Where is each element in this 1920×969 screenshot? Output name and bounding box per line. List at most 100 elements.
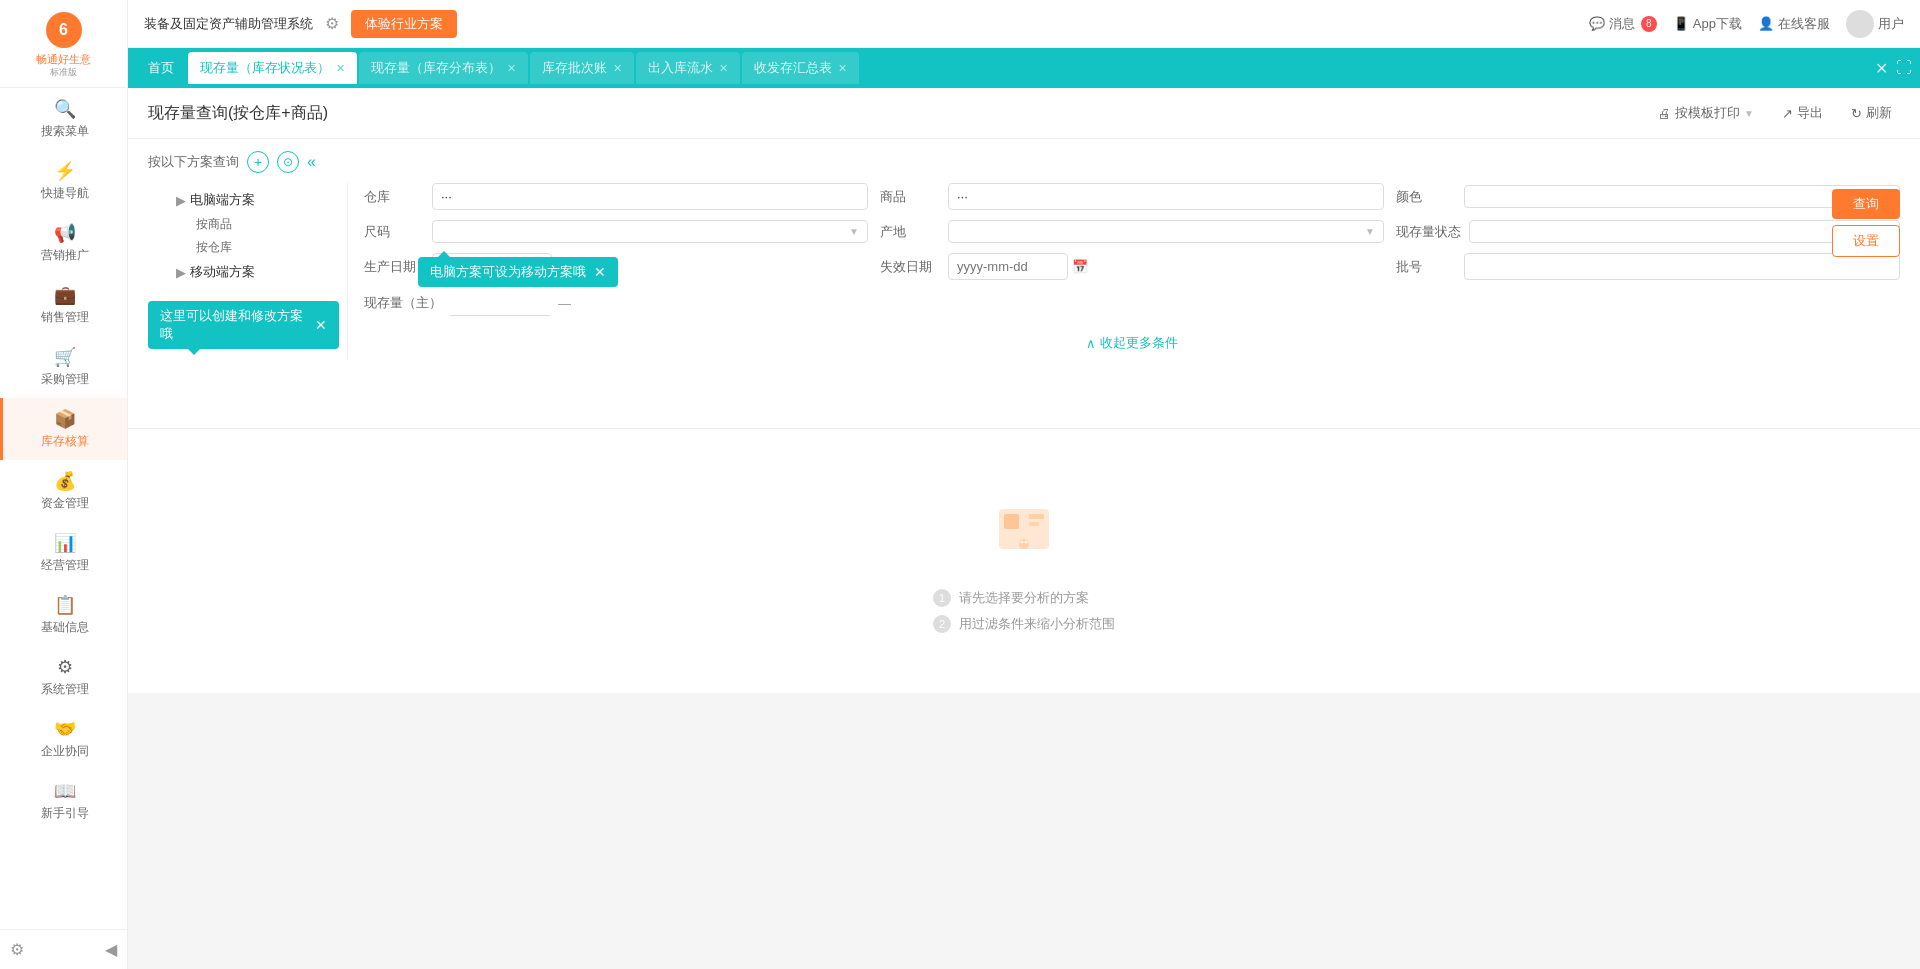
refresh-button[interactable]: ↻ 刷新 <box>1843 100 1900 126</box>
size-select[interactable]: ▼ <box>432 220 868 243</box>
export-label: 导出 <box>1797 104 1823 122</box>
topbar-settings-icon[interactable]: ⚙ <box>325 14 339 33</box>
app-download-item[interactable]: 📱 App下载 <box>1673 15 1742 33</box>
sidebar-item-sales[interactable]: 💼 销售管理 <box>0 274 127 336</box>
collapse-sidebar-icon[interactable]: ◀ <box>105 940 117 959</box>
expiry-date-input[interactable] <box>948 253 1068 280</box>
expiry-date-field: 失效日期 📅 <box>880 253 1384 280</box>
range-dash: — <box>558 296 571 311</box>
tooltip2-close-icon[interactable]: ✕ <box>315 317 327 333</box>
phone-icon: 📱 <box>1673 16 1689 31</box>
origin-label: 产地 <box>880 223 940 241</box>
tab-close-icon[interactable]: ✕ <box>336 62 345 75</box>
settings-bottom-icon[interactable]: ⚙ <box>10 940 24 959</box>
online-service-label: 在线客服 <box>1778 15 1830 33</box>
tooltip-close-icon[interactable]: ✕ <box>594 264 606 280</box>
tab-home[interactable]: 首页 <box>136 53 186 83</box>
sidebar-item-inventory[interactable]: 📦 库存核算 <box>0 398 127 460</box>
batch-no-input[interactable] <box>1464 253 1900 280</box>
pc-scheme-item[interactable]: ▶ 电脑端方案 <box>168 187 339 213</box>
stock-main-field: 现存量（主） — <box>364 290 872 316</box>
print-button[interactable]: 🖨 按模板打印 ▼ <box>1650 100 1762 126</box>
tab-label: 库存批次账 <box>542 59 607 77</box>
sidebar-item-label: 企业协同 <box>41 743 89 760</box>
tooltip-pc-scheme: 电脑方案可设为移动方案哦 ✕ <box>418 257 618 287</box>
sidebar-item-purchase[interactable]: 🛒 采购管理 <box>0 336 127 398</box>
tab-batch-account[interactable]: 库存批次账 ✕ <box>530 52 634 84</box>
warehouse-select[interactable]: ··· <box>432 183 868 210</box>
mobile-scheme-item[interactable]: ▶ 移动端方案 <box>168 259 339 285</box>
tab-inventory-status[interactable]: 现存量（库存状况表） ✕ <box>188 52 357 84</box>
pc-scheme-child-label2: 按仓库 <box>196 240 232 254</box>
export-icon: ↗ <box>1782 106 1793 121</box>
expiry-date-calendar-icon[interactable]: 📅 <box>1072 259 1088 274</box>
tab-bar: 首页 现存量（库存状况表） ✕ 现存量（库存分布表） ✕ 库存批次账 ✕ 出入库… <box>128 48 1920 88</box>
collapse-up-icon: ∧ <box>1086 336 1096 351</box>
message-item[interactable]: 💬 消息 8 <box>1589 15 1657 33</box>
tooltip2-text: 这里可以创建和修改方案哦 <box>160 307 307 343</box>
sidebar-item-marketing[interactable]: 📢 营销推广 <box>0 212 127 274</box>
page-title: 现存量查询(按仓库+商品) <box>148 103 328 124</box>
mobile-scheme-label: 移动端方案 <box>190 263 255 281</box>
sidebar-item-label: 库存核算 <box>41 433 89 450</box>
origin-chevron-icon: ▼ <box>1365 226 1375 237</box>
message-icon: 💬 <box>1589 16 1605 31</box>
refresh-icon: ↻ <box>1851 106 1862 121</box>
size-chevron-icon: ▼ <box>849 226 859 237</box>
prod-date-label: 生产日期 <box>364 258 424 276</box>
sidebar-item-enterprise[interactable]: 🤝 企业协同 <box>0 708 127 770</box>
basic-icon: 📋 <box>54 594 76 616</box>
sidebar-item-search[interactable]: 🔍 搜索菜单 <box>0 88 127 150</box>
search-menu-icon: 🔍 <box>54 98 76 120</box>
maximize-tab-btn[interactable]: ⛶ <box>1896 59 1912 78</box>
filter-row-4: 现存量（主） — <box>364 290 1900 316</box>
tab-close-icon[interactable]: ✕ <box>838 62 847 75</box>
online-service-item[interactable]: 👤 在线客服 <box>1758 15 1830 33</box>
svg-point-4 <box>1019 539 1029 549</box>
pc-scheme-child-2[interactable]: 按仓库 <box>188 236 339 259</box>
sidebar-item-operation[interactable]: 📊 经营管理 <box>0 522 127 584</box>
tab-summary[interactable]: 收发存汇总表 ✕ <box>742 52 859 84</box>
pc-scheme-child-1[interactable]: 按商品 <box>188 213 339 236</box>
tab-close-icon[interactable]: ✕ <box>719 62 728 75</box>
sidebar-item-finance[interactable]: 💰 资金管理 <box>0 460 127 522</box>
app-download-label: App下载 <box>1693 15 1742 33</box>
user-item[interactable]: 用户 <box>1846 10 1904 38</box>
tab-label: 现存量（库存状况表） <box>200 59 330 77</box>
stock-main-min-input[interactable] <box>450 290 550 316</box>
tab-inventory-dist[interactable]: 现存量（库存分布表） ✕ <box>359 52 528 84</box>
goods-select[interactable]: ··· <box>948 183 1384 210</box>
app-badge: 标准版 <box>50 66 77 79</box>
user-label: 用户 <box>1878 15 1904 33</box>
app-name: 畅通好生意 <box>36 52 91 66</box>
add-scheme-button[interactable]: + <box>247 151 269 173</box>
trial-button[interactable]: 体验行业方案 <box>351 10 457 38</box>
back-scheme-button[interactable]: « <box>307 153 316 171</box>
sidebar-logo: 6 畅通好生意 标准版 <box>0 0 127 88</box>
page-actions: 🖨 按模板打印 ▼ ↗ 导出 ↻ 刷新 <box>1650 100 1900 126</box>
pc-scheme-children: 按商品 按仓库 <box>168 213 339 259</box>
tab-close-icon[interactable]: ✕ <box>507 62 516 75</box>
copy-scheme-button[interactable]: ⊙ <box>277 151 299 173</box>
collapse-filter-button[interactable]: ∧ 收起更多条件 <box>364 326 1900 360</box>
sidebar-item-system[interactable]: ⚙ 系统管理 <box>0 646 127 708</box>
marketing-icon: 📢 <box>54 222 76 244</box>
home-tab-label: 首页 <box>148 60 174 75</box>
sidebar-item-guide[interactable]: 📖 新手引导 <box>0 770 127 832</box>
sidebar-item-basic[interactable]: 📋 基础信息 <box>0 584 127 646</box>
notification-badge: 8 <box>1641 16 1657 32</box>
tab-close-icon[interactable]: ✕ <box>613 62 622 75</box>
export-button[interactable]: ↗ 导出 <box>1774 100 1831 126</box>
sidebar-item-label: 营销推广 <box>41 247 89 264</box>
sidebar-item-label: 搜索菜单 <box>41 123 89 140</box>
reset-button[interactable]: 设置 <box>1832 225 1900 257</box>
origin-select[interactable]: ▼ <box>948 220 1384 243</box>
tab-flow[interactable]: 出入库流水 ✕ <box>636 52 740 84</box>
search-button[interactable]: 查询 <box>1832 189 1900 219</box>
close-tab-btn[interactable]: ✕ <box>1875 59 1888 78</box>
size-field: 尺码 ▼ <box>364 220 868 243</box>
sidebar-item-quicknav[interactable]: ⚡ 快捷导航 <box>0 150 127 212</box>
app-logo-icon: 6 <box>46 12 82 48</box>
empty-step-2-label: 用过滤条件来缩小分析范围 <box>959 615 1115 633</box>
scheme-tree: ▶ 电脑端方案 按商品 按仓库 <box>148 183 339 293</box>
